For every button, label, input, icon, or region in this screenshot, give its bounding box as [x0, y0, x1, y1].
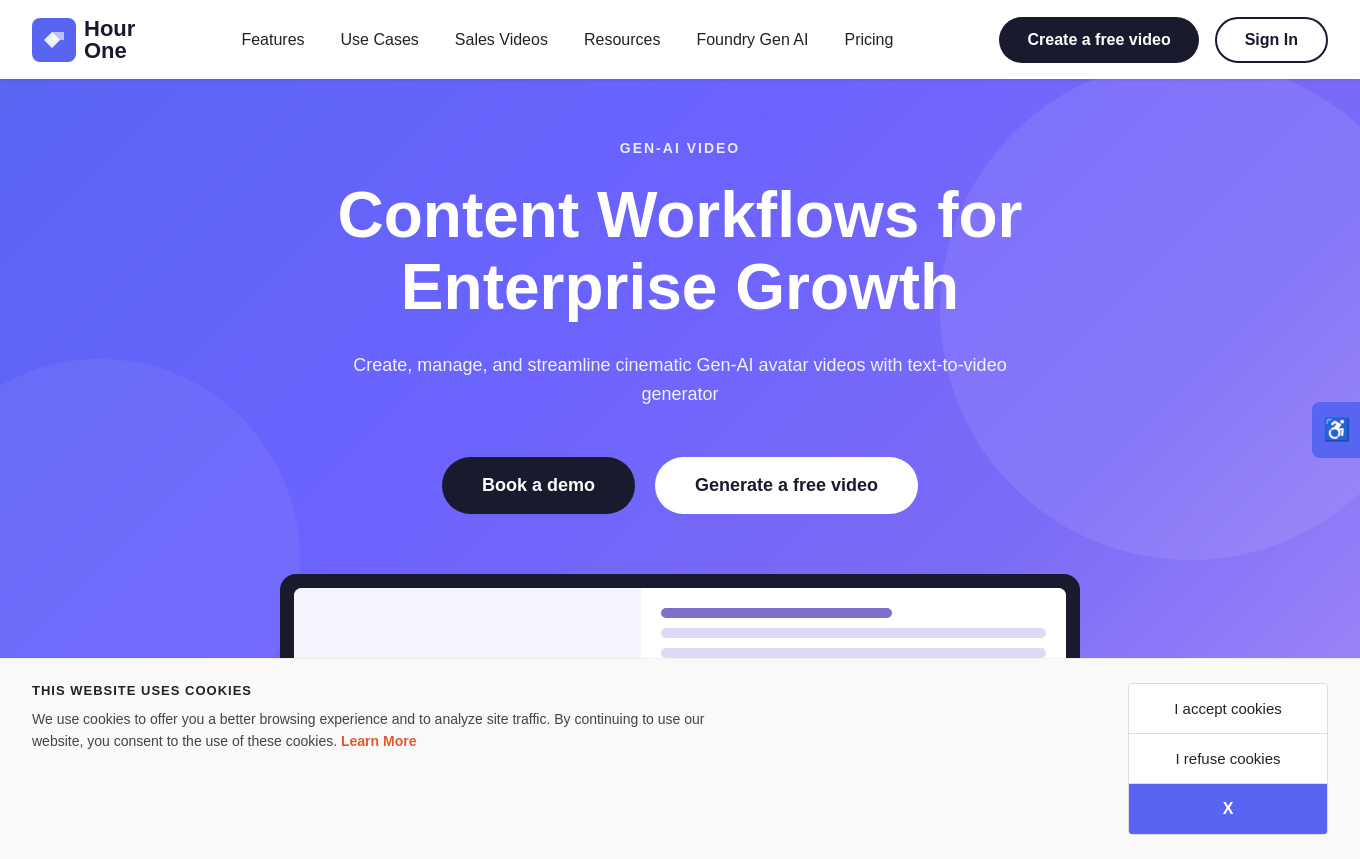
- nav-item-foundry-gen-ai[interactable]: Foundry Gen AI: [696, 31, 808, 49]
- screen-bar-1: [661, 628, 1046, 638]
- cookie-button-group: I accept cookies I refuse cookies X: [1128, 683, 1328, 835]
- cookie-description: We use cookies to offer you a better bro…: [32, 708, 732, 753]
- book-demo-button[interactable]: Book a demo: [442, 457, 635, 514]
- hero-cta-buttons: Book a demo Generate a free video: [442, 457, 918, 514]
- cookie-learn-more-link[interactable]: Learn More: [341, 733, 416, 749]
- accessibility-icon: ♿: [1323, 417, 1350, 443]
- cookie-text: THIS WEBSITE USES COOKIES We use cookies…: [32, 683, 732, 753]
- nav-item-use-cases[interactable]: Use Cases: [341, 31, 419, 49]
- cookie-title: THIS WEBSITE USES COOKIES: [32, 683, 732, 698]
- nav-item-sales-videos[interactable]: Sales Videos: [455, 31, 548, 49]
- generate-free-video-button[interactable]: Generate a free video: [655, 457, 918, 514]
- accessibility-button[interactable]: ♿: [1312, 402, 1360, 458]
- accept-cookies-button[interactable]: I accept cookies: [1129, 684, 1327, 734]
- hero-title: Content Workflows for Enterprise Growth: [338, 180, 1023, 323]
- nav-menu: Features Use Cases Sales Videos Resource…: [241, 31, 893, 49]
- screen-bar-accent: [661, 608, 892, 618]
- create-free-video-button[interactable]: Create a free video: [999, 17, 1198, 63]
- logo-icon: [32, 18, 76, 62]
- close-cookie-banner-button[interactable]: X: [1129, 784, 1327, 834]
- nav-item-resources[interactable]: Resources: [584, 31, 660, 49]
- navbar-actions: Create a free video Sign In: [999, 17, 1328, 63]
- refuse-cookies-button[interactable]: I refuse cookies: [1129, 734, 1327, 784]
- logo-text: Hour One: [84, 18, 135, 62]
- screen-bar-2: [661, 648, 1046, 658]
- logo[interactable]: Hour One: [32, 18, 135, 62]
- hero-tag: GEN-AI VIDEO: [620, 140, 740, 156]
- navbar: Hour One Features Use Cases Sales Videos…: [0, 0, 1360, 79]
- nav-item-pricing[interactable]: Pricing: [844, 31, 893, 49]
- cookie-banner: THIS WEBSITE USES COOKIES We use cookies…: [0, 658, 1360, 859]
- sign-in-button[interactable]: Sign In: [1215, 17, 1328, 63]
- hero-subtitle: Create, manage, and streamline cinematic…: [320, 351, 1040, 409]
- nav-item-features[interactable]: Features: [241, 31, 304, 49]
